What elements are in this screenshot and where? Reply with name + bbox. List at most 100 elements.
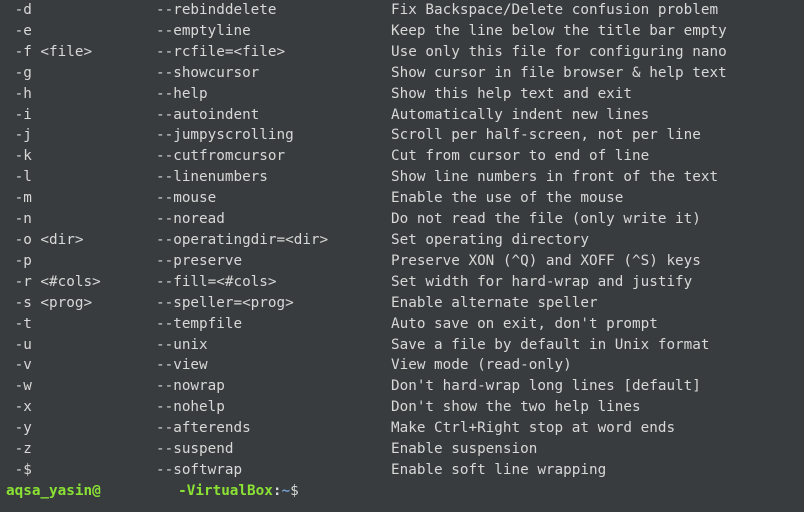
option-short: -n xyxy=(6,209,156,230)
option-description: Do not read the file (only write it) xyxy=(391,209,701,230)
option-short: -s <prog> xyxy=(6,293,156,314)
option-short: -e xyxy=(6,21,156,42)
option-description: Show cursor in file browser & help text xyxy=(391,63,727,84)
option-short: -d xyxy=(6,0,156,21)
option-long: --suspend xyxy=(156,439,391,460)
option-short: -j xyxy=(6,125,156,146)
option-long: --tempfile xyxy=(156,314,391,335)
help-option-row: -e--emptylineKeep the line below the tit… xyxy=(6,21,798,42)
help-option-row: -i--autoindentAutomatically indent new l… xyxy=(6,105,798,126)
help-option-row: -l--linenumbersShow line numbers in fron… xyxy=(6,167,798,188)
option-short: -t xyxy=(6,314,156,335)
option-short: -m xyxy=(6,188,156,209)
option-long: --mouse xyxy=(156,188,391,209)
option-long: --rebinddelete xyxy=(156,0,391,21)
option-long: --rcfile=<file> xyxy=(156,42,391,63)
option-long: --jumpyscrolling xyxy=(156,125,391,146)
option-short: -i xyxy=(6,105,156,126)
option-long: --help xyxy=(156,84,391,105)
help-option-row: -m--mouseEnable the use of the mouse xyxy=(6,188,798,209)
option-description: Save a file by default in Unix format xyxy=(391,335,709,356)
help-option-row: -z--suspendEnable suspension xyxy=(6,439,798,460)
option-short: -y xyxy=(6,418,156,439)
option-short: -p xyxy=(6,251,156,272)
help-option-row: -$--softwrapEnable soft line wrapping xyxy=(6,460,798,481)
option-description: Enable alternate speller xyxy=(391,293,598,314)
option-description: Set width for hard-wrap and justify xyxy=(391,272,692,293)
option-description: Show line numbers in front of the text xyxy=(391,167,718,188)
help-option-row: -j--jumpyscrollingScroll per half-screen… xyxy=(6,125,798,146)
option-description: Auto save on exit, don't prompt xyxy=(391,314,658,335)
option-long: --showcursor xyxy=(156,63,391,84)
terminal-output[interactable]: -d--rebinddeleteFix Backspace/Delete con… xyxy=(0,0,804,502)
option-description: Use only this file for configuring nano xyxy=(391,42,727,63)
option-description: Set operating directory xyxy=(391,230,589,251)
help-option-row: -x--nohelpDon't show the two help lines xyxy=(6,397,798,418)
help-option-row: -w--nowrapDon't hard-wrap long lines [de… xyxy=(6,376,798,397)
option-short: -l xyxy=(6,167,156,188)
option-description: Don't hard-wrap long lines [default] xyxy=(391,376,701,397)
prompt-at: @ xyxy=(92,483,101,499)
prompt-host: -VirtualBox xyxy=(178,483,273,499)
help-option-row: -s <prog>--speller=<prog>Enable alternat… xyxy=(6,293,798,314)
option-short: -x xyxy=(6,397,156,418)
option-description: Enable the use of the mouse xyxy=(391,188,623,209)
help-option-row: -v--viewView mode (read-only) xyxy=(6,355,798,376)
option-description: Show this help text and exit xyxy=(391,84,632,105)
option-long: --afterends xyxy=(156,418,391,439)
option-long: --fill=<#cols> xyxy=(156,272,391,293)
help-option-row: -p--preservePreserve XON (^Q) and XOFF (… xyxy=(6,251,798,272)
option-long: --noread xyxy=(156,209,391,230)
help-option-row: -g--showcursorShow cursor in file browse… xyxy=(6,63,798,84)
option-short: -$ xyxy=(6,460,156,481)
option-short: -w xyxy=(6,376,156,397)
help-option-row: -o <dir>--operatingdir=<dir>Set operatin… xyxy=(6,230,798,251)
prompt-gap xyxy=(101,483,178,499)
option-short: -z xyxy=(6,439,156,460)
option-description: Enable soft line wrapping xyxy=(391,460,606,481)
option-short: -u xyxy=(6,335,156,356)
option-long: --preserve xyxy=(156,251,391,272)
option-description: Preserve XON (^Q) and XOFF (^S) keys xyxy=(391,251,701,272)
option-short: -o <dir> xyxy=(6,230,156,251)
option-description: Don't show the two help lines xyxy=(391,397,641,418)
option-long: --nohelp xyxy=(156,397,391,418)
option-description: Automatically indent new lines xyxy=(391,105,649,126)
option-description: Make Ctrl+Right stop at word ends xyxy=(391,418,675,439)
option-short: -k xyxy=(6,146,156,167)
option-short: -g xyxy=(6,63,156,84)
option-long: --linenumbers xyxy=(156,167,391,188)
prompt-dollar: $ xyxy=(290,483,307,499)
help-option-row: -r <#cols>--fill=<#cols>Set width for ha… xyxy=(6,272,798,293)
option-short: -h xyxy=(6,84,156,105)
help-option-row: -t--tempfileAuto save on exit, don't pro… xyxy=(6,314,798,335)
option-long: --cutfromcursor xyxy=(156,146,391,167)
prompt-user: aqsa_yasin xyxy=(6,483,92,499)
option-short: -v xyxy=(6,355,156,376)
shell-prompt[interactable]: aqsa_yasin@ -VirtualBox:~$ xyxy=(6,481,798,502)
prompt-path: ~ xyxy=(281,483,290,499)
option-description: Keep the line below the title bar empty xyxy=(391,21,727,42)
option-description: Scroll per half-screen, not per line xyxy=(391,125,701,146)
help-option-row: -h--helpShow this help text and exit xyxy=(6,84,798,105)
option-long: --softwrap xyxy=(156,460,391,481)
help-option-row: -f <file>--rcfile=<file>Use only this fi… xyxy=(6,42,798,63)
option-description: Fix Backspace/Delete confusion problem xyxy=(391,0,718,21)
option-description: Enable suspension xyxy=(391,439,537,460)
help-option-row: -n--noreadDo not read the file (only wri… xyxy=(6,209,798,230)
option-description: View mode (read-only) xyxy=(391,355,572,376)
option-long: --operatingdir=<dir> xyxy=(156,230,391,251)
option-long: --speller=<prog> xyxy=(156,293,391,314)
option-short: -r <#cols> xyxy=(6,272,156,293)
help-option-row: -y--afterendsMake Ctrl+Right stop at wor… xyxy=(6,418,798,439)
option-short: -f <file> xyxy=(6,42,156,63)
help-option-row: -d--rebinddeleteFix Backspace/Delete con… xyxy=(6,0,798,21)
help-option-row: -k--cutfromcursorCut from cursor to end … xyxy=(6,146,798,167)
option-long: --emptyline xyxy=(156,21,391,42)
option-long: --autoindent xyxy=(156,105,391,126)
option-long: --view xyxy=(156,355,391,376)
option-description: Cut from cursor to end of line xyxy=(391,146,649,167)
option-long: --nowrap xyxy=(156,376,391,397)
help-option-row: -u--unixSave a file by default in Unix f… xyxy=(6,335,798,356)
option-long: --unix xyxy=(156,335,391,356)
